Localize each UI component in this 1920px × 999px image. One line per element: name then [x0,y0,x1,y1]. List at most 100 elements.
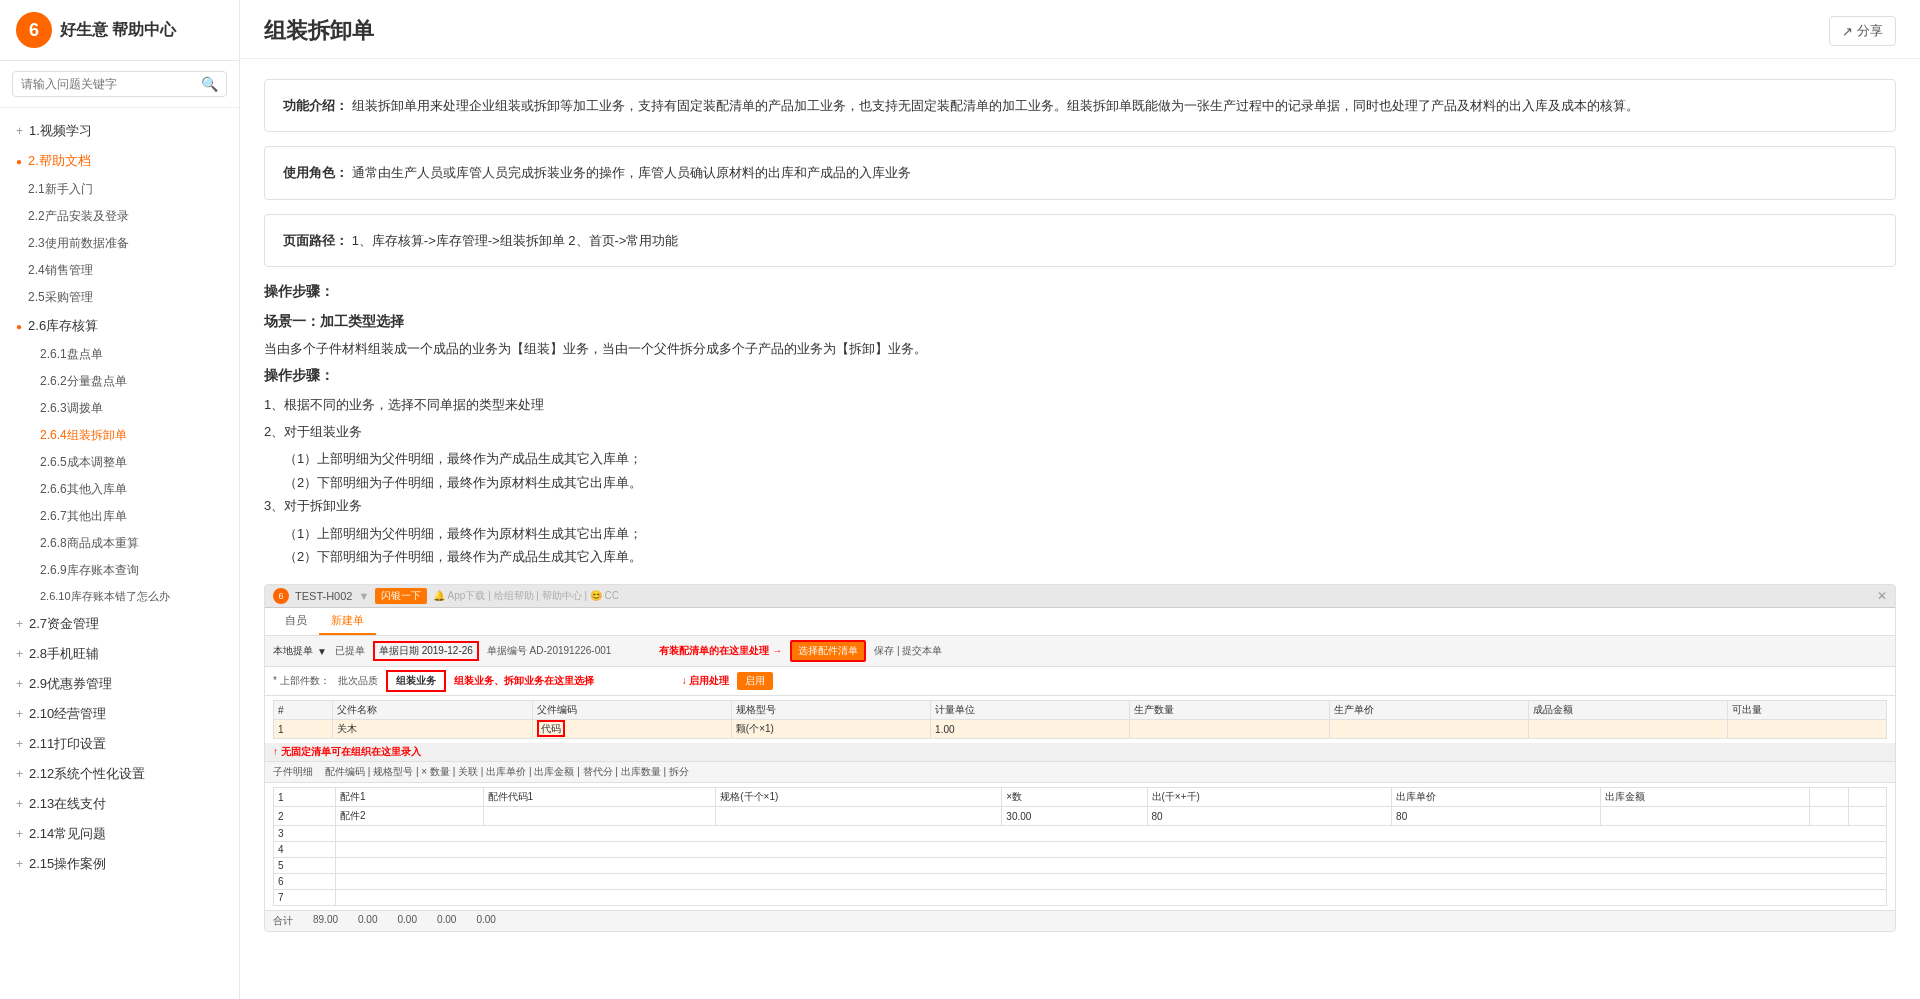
footer-val4: 0.00 [437,914,456,928]
table-row: 7 [274,890,1887,906]
share-label: 分享 [1857,22,1883,40]
sidebar-item-coupon[interactable]: + 2.9优惠券管理 [0,669,239,699]
inner-order-label: 单据编号 AD-20191226-001 [487,644,612,658]
sidebar-item-faq[interactable]: + 2.14常见问题 [0,819,239,849]
sidebar-item-docs[interactable]: ● 2.帮助文档 [0,146,239,176]
cell-unit: 1.00 [931,720,1130,739]
cell-prod-price [1329,720,1528,739]
sidebar-item-ledger-fix[interactable]: 2.6.10库存账本错了怎么办 [0,584,239,609]
inner-submitted-label: 已提单 [335,644,365,658]
footer-val2: 0.00 [358,914,377,928]
sidebar-item-video[interactable]: + 1.视频学习 [0,116,239,146]
sidebar-item-install[interactable]: 2.2产品安装及登录 [0,203,239,230]
inner-upper-table: # 父件名称 父件编码 规格型号 计量单位 生产数量 生产单价 成品金额 可出量 [273,700,1887,739]
scene1-title: 场景一：加工类型选择 [264,313,1896,331]
sidebar-item-other-in[interactable]: 2.6.6其他入库单 [0,476,239,503]
sidebar-item-label: 2.8手机旺辅 [29,645,99,663]
inner-logo-icon: 6 [273,588,289,604]
inner-enable-btn[interactable]: 启用 [737,672,773,690]
step3-sub1: （1）上部明细为父件明细，最终作为原材料生成其它出库单； [264,522,1896,545]
cell-prod-qty [1130,720,1329,739]
sidebar-item-label: 2.13在线支付 [29,795,106,813]
inner-dropdown-icon: ▼ [317,646,327,657]
inner-close-icon[interactable]: ✕ [1877,589,1887,603]
expand-icon-5: + [16,707,23,721]
expand-icon: + [16,124,23,138]
inner-tab-home[interactable]: 自员 [273,608,319,635]
sidebar-item-label: 2.7资金管理 [29,615,99,633]
search-input[interactable] [21,77,201,91]
expand-icon-8: + [16,797,23,811]
expand-icon-3: + [16,647,23,661]
sidebar-item-cost-adjust[interactable]: 2.6.5成本调整单 [0,449,239,476]
cell-spec: 颗(个×1) [731,720,930,739]
function-intro-box: 功能介绍： 组装拆卸单用来处理企业组装或拆卸等加工业务，支持有固定装配清单的产品… [264,79,1896,132]
main-content-area: 组装拆卸单 ↗ 分享 功能介绍： 组装拆卸单用来处理企业组装或拆卸等加工业务，支… [240,0,1920,999]
sidebar-item-mobile[interactable]: + 2.8手机旺辅 [0,639,239,669]
sidebar-item-data-prep[interactable]: 2.3使用前数据准备 [0,230,239,257]
col-spec: 规格型号 [731,701,930,720]
footer-val5: 0.00 [476,914,495,928]
inner-sub-header-label: 子件明细 [273,765,313,779]
sidebar-item-cases[interactable]: + 2.15操作案例 [0,849,239,879]
sidebar-nav: + 1.视频学习 ● 2.帮助文档 2.1新手入门 2.2产品安装及登录 2.3… [0,108,239,999]
sidebar: 6 好生意 帮助中心 🔍 + 1.视频学习 ● 2.帮助文档 2.1新手入门 2… [0,0,240,999]
table-row: 4 [274,842,1887,858]
role-text: 通常由生产人员或库管人员完成拆装业务的操作，库管人员确认原材料的出库和产成品的入… [352,165,911,180]
inner-tab-new[interactable]: 新建单 [319,608,376,635]
col-parent-code: 父件编码 [532,701,731,720]
step3: 3、对于拆卸业务 [264,494,1896,517]
table-row: 6 [274,874,1887,890]
sidebar-item-system[interactable]: + 2.12系统个性化设置 [0,759,239,789]
sidebar-item-other-out[interactable]: 2.6.7其他出库单 [0,503,239,530]
sidebar-item-label: 2.14常见问题 [29,825,106,843]
table-row: 1 配件1 配件代码1 规格(千个×1) ×数 出(千×+千) 出库单价 出库金… [274,788,1887,807]
inner-extra-btns: 保存 | 提交本单 [874,644,942,658]
sidebar-item-payment[interactable]: + 2.13在线支付 [0,789,239,819]
share-button[interactable]: ↗ 分享 [1829,16,1896,46]
sidebar-item-ledger-query[interactable]: 2.6.9库存账本查询 [0,557,239,584]
share-icon: ↗ [1842,24,1853,39]
sidebar-item-assembly[interactable]: 2.6.4组装拆卸单 [0,422,239,449]
inner-config-btn[interactable]: 选择配件清单 [790,640,866,662]
col-price: 生产单价 [1329,701,1528,720]
search-icon[interactable]: 🔍 [201,76,218,92]
sidebar-item-partial-count[interactable]: 2.6.2分量盘点单 [0,368,239,395]
role-label: 使用角色： [283,165,348,180]
inner-upper-count-label: * 上部件数： [273,674,330,688]
screenshot-mockup: 6 TEST-H002 ▼ 闪银一下 🔔 App下载 | 给组帮助 | 帮助中心… [264,584,1896,932]
ops-steps-title: 操作步骤： [264,367,1896,385]
cell-parent-code: 代码 [532,720,731,739]
expand-icon-4: + [16,677,23,691]
sidebar-item-newbie[interactable]: 2.1新手入门 [0,176,239,203]
step2: 2、对于组装业务 [264,420,1896,443]
step2-sub2: （2）下部明细为子件明细，最终作为原材料生成其它出库单。 [264,471,1896,494]
ops-block: 操作步骤： 场景一：加工类型选择 当由多个子件材料组装成一个成品的业务为【组装】… [264,283,1896,568]
inner-date-field[interactable]: 单据日期 2019-12-26 [373,641,479,661]
expand-icon-7: + [16,767,23,781]
sidebar-item-print[interactable]: + 2.11打印设置 [0,729,239,759]
function-intro-label: 功能介绍： [283,98,348,113]
logo-icon: 6 [16,12,52,48]
cell-amount [1529,720,1728,739]
sidebar-item-stocktake[interactable]: 2.6.1盘点单 [0,341,239,368]
search-container: 🔍 [0,61,239,108]
col-qty: 生产数量 [1130,701,1329,720]
cell-avail [1728,720,1887,739]
sidebar-item-finance[interactable]: + 2.7资金管理 [0,609,239,639]
article-body: 功能介绍： 组装拆卸单用来处理企业组装或拆卸等加工业务，支持有固定装配清单的产品… [240,59,1920,999]
col-parent-name: 父件名称 [333,701,532,720]
sidebar-item-ops[interactable]: + 2.10经营管理 [0,699,239,729]
annotation-type-label: 组装业务、拆卸业务在这里选择 [454,674,594,688]
sidebar-item-transfer[interactable]: 2.6.3调拨单 [0,395,239,422]
sidebar-item-sales[interactable]: 2.4销售管理 [0,257,239,284]
inner-type-selector[interactable]: 组装业务 [386,670,446,692]
sidebar-item-cost-recalc[interactable]: 2.6.8商品成本重算 [0,530,239,557]
page-header: 组装拆卸单 ↗ 分享 [240,0,1920,59]
col-unit: 计量单位 [931,701,1130,720]
sidebar-item-inventory[interactable]: ● 2.6库存核算 [0,311,239,341]
sidebar-item-purchase[interactable]: 2.5采购管理 [0,284,239,311]
inner-active-btn: 闪银一下 [375,588,427,604]
inner-batch-label: 批次品质 [338,674,378,688]
step3-sub2: （2）下部明细为子件明细，最终作为产成品生成其它入库单。 [264,545,1896,568]
